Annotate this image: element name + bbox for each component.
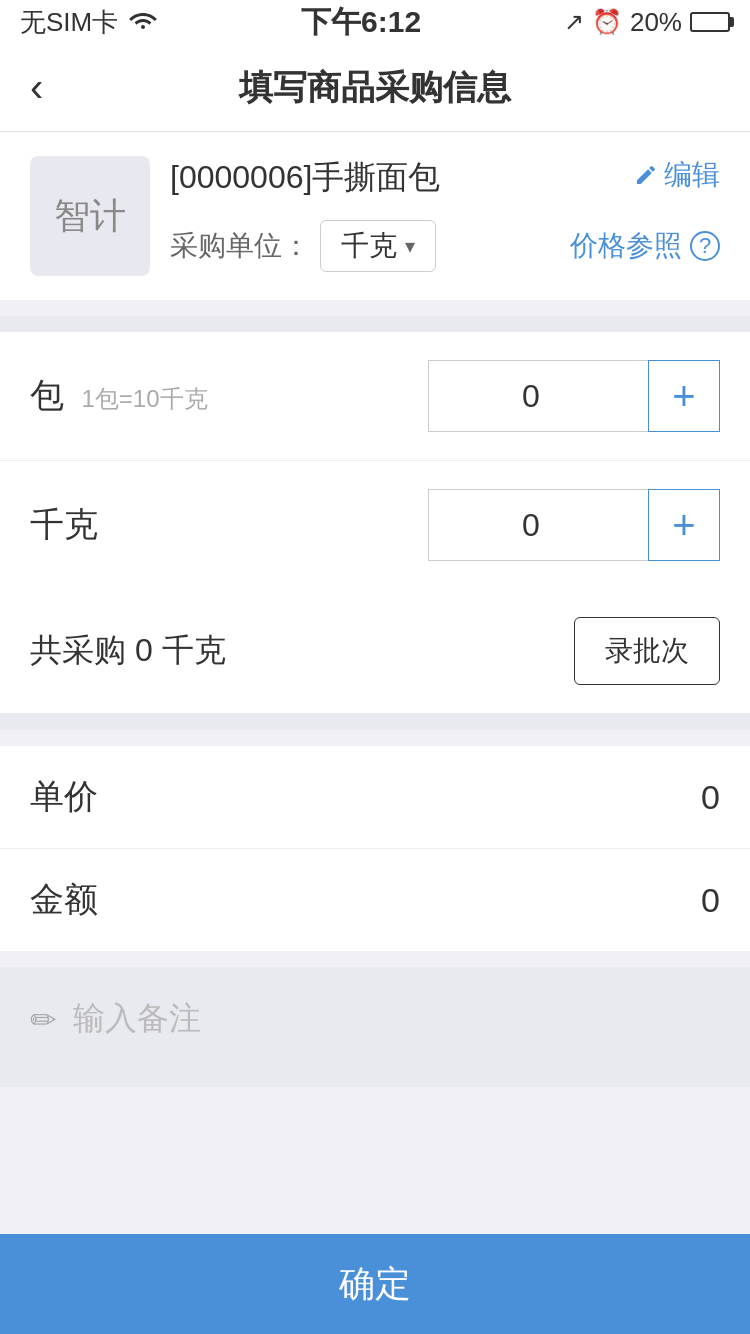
- section-divider-1: [0, 316, 750, 332]
- back-button[interactable]: ‹: [30, 65, 43, 110]
- price-section: 单价 0 金额 0: [0, 746, 750, 951]
- notes-icon: ✏: [30, 1001, 57, 1039]
- kg-input[interactable]: [428, 489, 648, 561]
- unit-price-row: 单价 0: [0, 746, 750, 849]
- product-name-row: [0000006]手撕面包 编辑: [170, 156, 720, 200]
- price-ref-icon: ?: [690, 231, 720, 261]
- record-batch-button[interactable]: 录批次: [574, 617, 720, 685]
- unit-select[interactable]: 千克 ▾: [320, 220, 436, 272]
- kg-row: 千克 +: [0, 461, 750, 589]
- wifi-icon: [128, 7, 158, 38]
- bottom-spacer: [0, 1087, 750, 1207]
- notes-placeholder: 输入备注: [73, 997, 201, 1041]
- total-label: 共采购 0 千克: [30, 629, 226, 673]
- confirm-button[interactable]: 确定: [0, 1234, 750, 1334]
- status-bar: 无SIM卡 下午6:12 ↗ ⏰ 20%: [0, 0, 750, 44]
- status-left: 无SIM卡: [20, 5, 158, 40]
- pack-label: 包 1包=10千克: [30, 373, 230, 419]
- product-info: [0000006]手撕面包 编辑 采购单位： 千克 ▾ 价格参照 ?: [170, 156, 720, 272]
- purchase-unit-label: 采购单位：: [170, 227, 310, 265]
- amount-row: 金额 0: [0, 849, 750, 951]
- quantity-section: 包 1包=10千克 + 千克 +: [0, 332, 750, 589]
- product-name: [0000006]手撕面包: [170, 156, 440, 200]
- battery-percent: 20%: [630, 7, 682, 38]
- status-right: ↗ ⏰ 20%: [564, 7, 730, 38]
- carrier-text: 无SIM卡: [20, 5, 118, 40]
- dropdown-icon: ▾: [405, 234, 415, 258]
- product-logo: 智计: [54, 194, 126, 237]
- pack-row: 包 1包=10千克 +: [0, 332, 750, 461]
- pack-sublabel: 1包=10千克: [81, 385, 207, 412]
- unit-price-value: 0: [701, 778, 720, 817]
- kg-plus-button[interactable]: +: [648, 489, 720, 561]
- pack-input[interactable]: [428, 360, 648, 432]
- alarm-icon: ⏰: [592, 8, 622, 36]
- location-icon: ↗: [564, 8, 584, 36]
- purchase-unit-row: 采购单位： 千克 ▾ 价格参照 ?: [170, 220, 720, 272]
- product-card: 智计 [0000006]手撕面包 编辑 采购单位： 千克 ▾ 价格参照 ?: [0, 132, 750, 300]
- status-time: 下午6:12: [301, 2, 421, 43]
- amount-label: 金额: [30, 877, 98, 923]
- price-ref-button[interactable]: 价格参照 ?: [570, 227, 720, 265]
- pack-plus-button[interactable]: +: [648, 360, 720, 432]
- notes-section[interactable]: ✏ 输入备注: [0, 967, 750, 1087]
- edit-button[interactable]: 编辑: [634, 156, 720, 194]
- nav-bar: ‹ 填写商品采购信息: [0, 44, 750, 132]
- kg-control: +: [230, 489, 720, 561]
- pack-control: +: [230, 360, 720, 432]
- page-title: 填写商品采购信息: [239, 65, 511, 111]
- total-row: 共采购 0 千克 录批次: [0, 589, 750, 714]
- section-divider-2: [0, 714, 750, 730]
- unit-price-label: 单价: [30, 774, 98, 820]
- amount-value: 0: [701, 881, 720, 920]
- product-image: 智计: [30, 156, 150, 276]
- kg-label: 千克: [30, 502, 230, 548]
- battery-icon: [690, 12, 730, 32]
